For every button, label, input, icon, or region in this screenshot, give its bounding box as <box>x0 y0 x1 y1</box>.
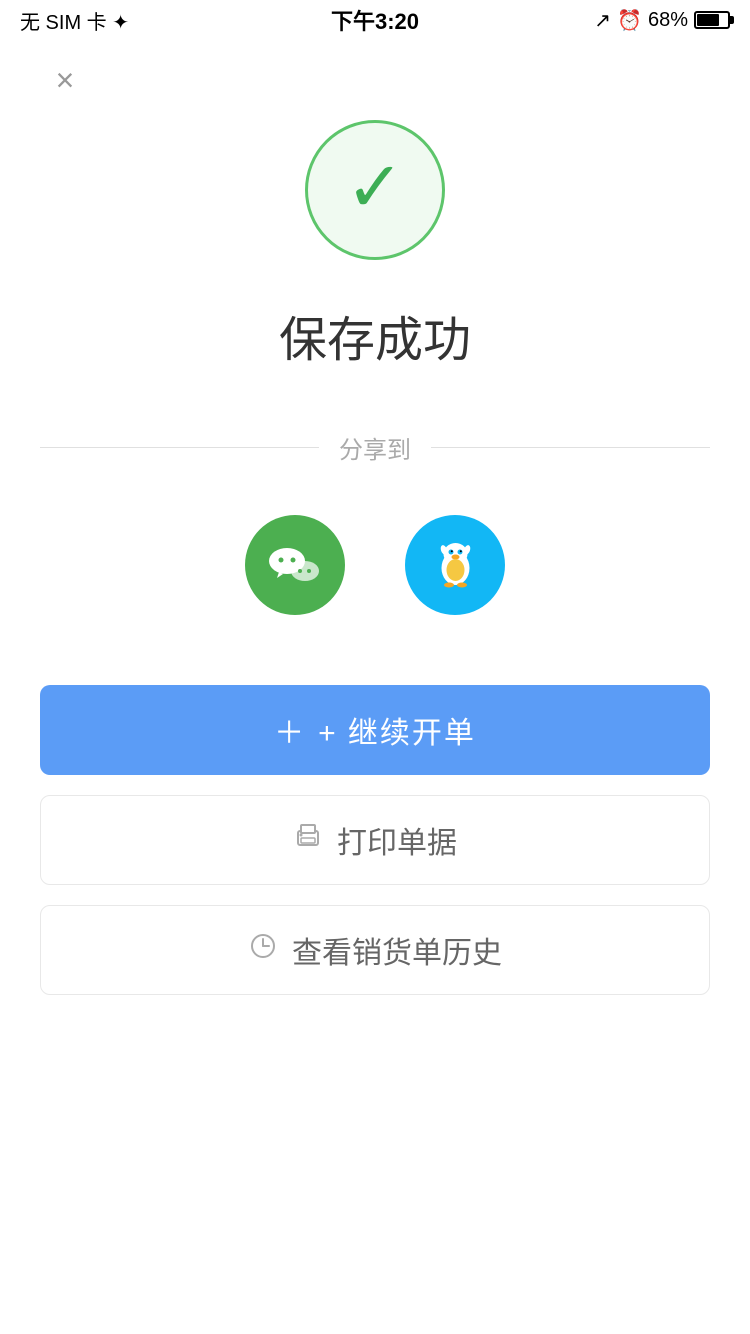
share-row <box>245 515 505 615</box>
wechat-share-button[interactable] <box>245 515 345 615</box>
print-label: 打印单据 <box>337 818 457 862</box>
checkmark-icon: ✓ <box>346 152 405 222</box>
plus-icon: ＋ <box>274 708 304 752</box>
status-time: 下午3:20 <box>331 4 419 36</box>
continue-button[interactable]: ＋ + 继续开单 <box>40 685 710 775</box>
success-circle: ✓ <box>305 120 445 260</box>
close-button[interactable]: × <box>40 55 90 105</box>
location-icon: ↗ <box>594 8 611 33</box>
divider-line-right <box>431 447 710 448</box>
history-label: 查看销货单历史 <box>292 928 502 972</box>
alarm-icon: ⏰ <box>617 8 642 33</box>
print-icon <box>293 821 323 859</box>
qq-share-button[interactable] <box>405 515 505 615</box>
status-right: ↗ ⏰ 68% <box>594 8 730 33</box>
success-title: 保存成功 <box>279 300 471 370</box>
no-sim-text: 无 SIM 卡 ✦ <box>20 6 129 35</box>
wechat-icon <box>265 535 325 595</box>
status-bar: 无 SIM 卡 ✦ 下午3:20 ↗ ⏰ 68% <box>0 0 750 40</box>
actions: ＋ + 继续开单 打印单据 查看销货单 <box>0 685 750 995</box>
history-button[interactable]: 查看销货单历史 <box>40 905 710 995</box>
print-button[interactable]: 打印单据 <box>40 795 710 885</box>
history-icon <box>248 931 278 969</box>
battery-percent: 68% <box>648 9 688 32</box>
status-left: 无 SIM 卡 ✦ <box>20 6 129 35</box>
close-icon: × <box>56 64 75 96</box>
share-label: 分享到 <box>319 430 431 465</box>
qq-icon <box>428 538 483 593</box>
continue-label: + 继续开单 <box>318 708 476 752</box>
battery-icon <box>694 11 730 29</box>
share-divider: 分享到 <box>0 430 750 465</box>
main-content: ✓ 保存成功 分享到 <box>0 40 750 1334</box>
divider-line-left <box>40 447 319 448</box>
